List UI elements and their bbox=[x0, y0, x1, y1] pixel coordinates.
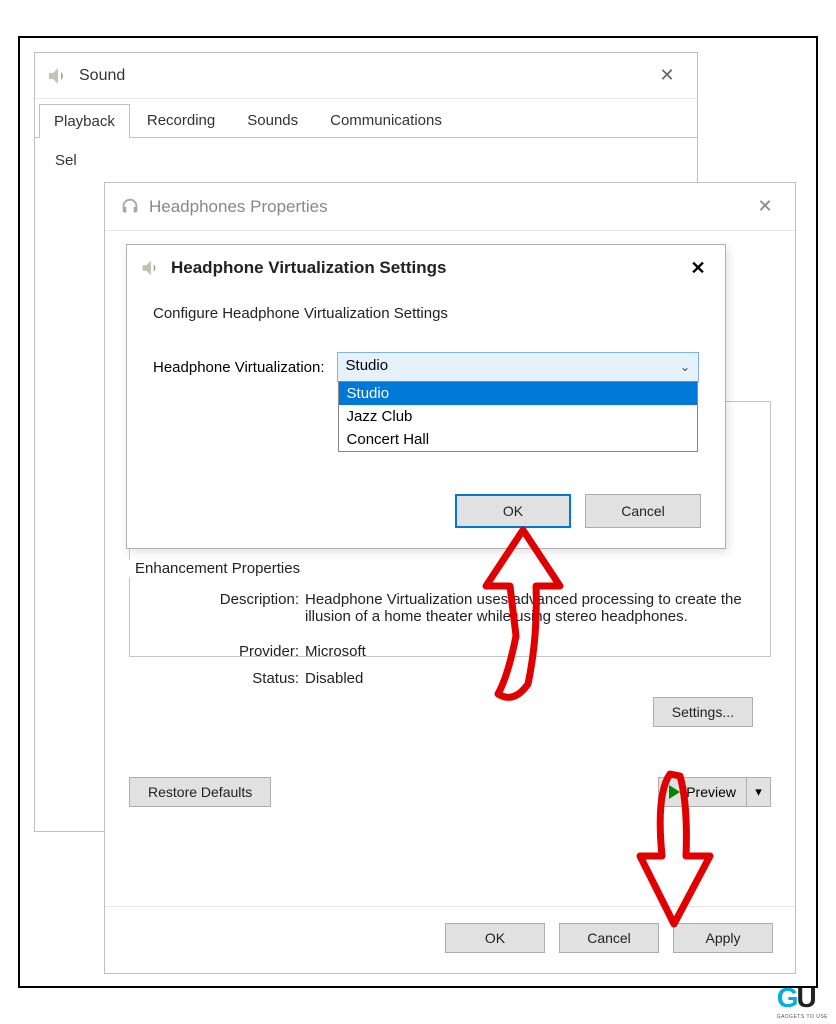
tab-strip: Playback Recording Sounds Communications bbox=[35, 99, 697, 138]
option-concert-hall[interactable]: Concert Hall bbox=[339, 428, 697, 451]
virt-dropdown-list: Studio Jazz Club Concert Hall bbox=[338, 381, 698, 452]
tab-playback[interactable]: Playback bbox=[39, 104, 130, 138]
watermark-g: G bbox=[777, 982, 797, 1013]
virt-title: Headphone Virtualization Settings bbox=[171, 258, 677, 278]
virt-titlebar: Headphone Virtualization Settings ✕ bbox=[127, 245, 725, 291]
virt-footer: OK Cancel bbox=[127, 494, 725, 548]
settings-button[interactable]: Settings... bbox=[653, 697, 753, 727]
close-icon[interactable]: ✕ bbox=[647, 56, 687, 96]
enhancement-properties-group: Enhancement Properties Description: Head… bbox=[129, 571, 771, 749]
group-label: Enhancement Properties bbox=[129, 560, 306, 577]
close-icon[interactable]: ✕ bbox=[743, 187, 787, 227]
option-studio[interactable]: Studio bbox=[339, 382, 697, 405]
status-value: Disabled bbox=[305, 670, 753, 687]
ok-button[interactable]: OK bbox=[445, 923, 545, 953]
speaker-icon bbox=[139, 257, 161, 279]
preview-split-button[interactable]: Preview ▾ bbox=[658, 777, 771, 807]
watermark-tagline: GADGETS TO USE bbox=[777, 1014, 828, 1020]
chevron-down-icon: ⌄ bbox=[680, 360, 690, 374]
speaker-icon bbox=[45, 64, 69, 88]
ok-button[interactable]: OK bbox=[455, 494, 571, 528]
preview-dropdown-button[interactable]: ▾ bbox=[747, 777, 771, 807]
tab-recording[interactable]: Recording bbox=[132, 103, 230, 137]
tab-sounds[interactable]: Sounds bbox=[232, 103, 313, 137]
virt-selected-value: Studio bbox=[346, 357, 389, 374]
preview-button[interactable]: Preview bbox=[658, 777, 747, 807]
watermark-logo: GU GADGETS TO USE bbox=[777, 982, 828, 1020]
headphones-title: Headphones Properties bbox=[149, 197, 743, 217]
sound-title: Sound bbox=[79, 67, 647, 85]
watermark-u: U bbox=[797, 982, 815, 1013]
headphones-titlebar: Headphones Properties ✕ bbox=[105, 183, 795, 231]
headphones-icon bbox=[119, 196, 141, 218]
instruction-text-truncated: Sel bbox=[55, 152, 77, 169]
cancel-button[interactable]: Cancel bbox=[585, 494, 701, 528]
apply-button[interactable]: Apply bbox=[673, 923, 773, 953]
virt-select[interactable]: Studio ⌄ Studio Jazz Club Concert Hall bbox=[337, 352, 699, 382]
restore-defaults-button[interactable]: Restore Defaults bbox=[129, 777, 271, 807]
provider-value: Microsoft bbox=[305, 643, 753, 660]
close-icon[interactable]: ✕ bbox=[677, 249, 719, 287]
description-label: Description: bbox=[147, 591, 305, 625]
virt-field-label: Headphone Virtualization: bbox=[153, 359, 337, 376]
status-label: Status: bbox=[147, 670, 305, 687]
play-icon bbox=[669, 785, 680, 799]
sound-body: Sel bbox=[35, 138, 697, 183]
description-value: Headphone Virtualization uses advanced p… bbox=[305, 591, 753, 625]
option-jazz-club[interactable]: Jazz Club bbox=[339, 405, 697, 428]
tab-communications[interactable]: Communications bbox=[315, 103, 457, 137]
sound-titlebar: Sound ✕ bbox=[35, 53, 697, 99]
cancel-button[interactable]: Cancel bbox=[559, 923, 659, 953]
dialog-footer: OK Cancel Apply bbox=[105, 906, 795, 973]
virt-instruction: Configure Headphone Virtualization Setti… bbox=[153, 305, 699, 322]
preview-label: Preview bbox=[686, 784, 736, 800]
headphone-virtualization-settings-dialog: Headphone Virtualization Settings ✕ Conf… bbox=[126, 244, 726, 549]
provider-label: Provider: bbox=[147, 643, 305, 660]
